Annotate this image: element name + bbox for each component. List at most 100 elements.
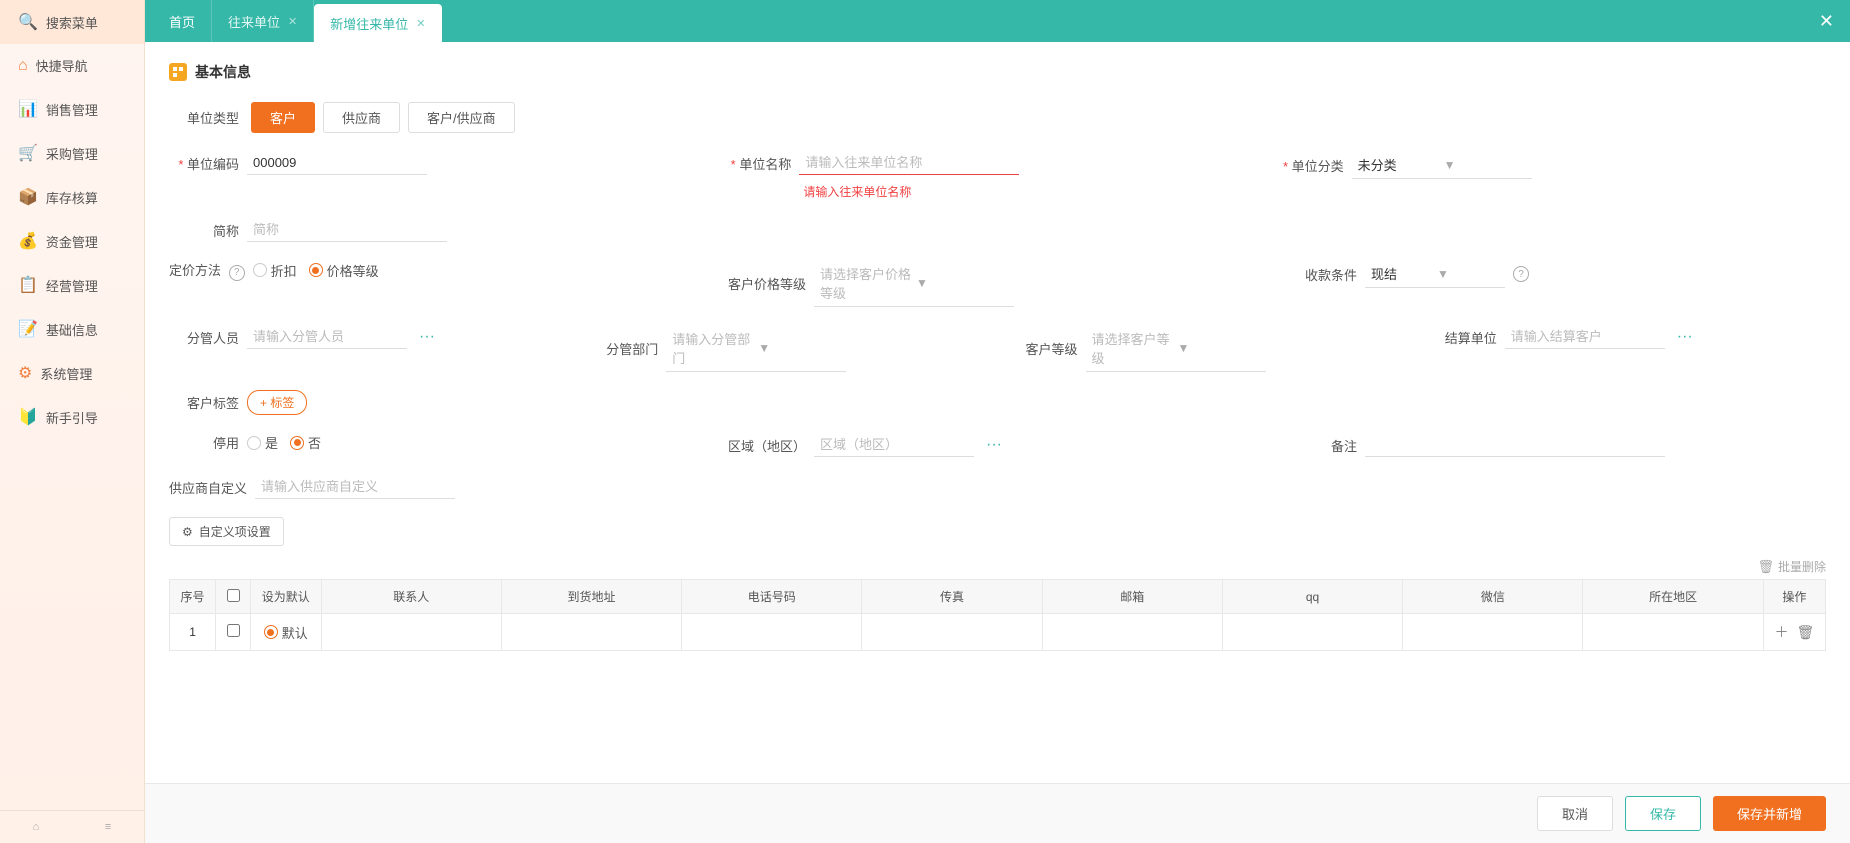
row-fax xyxy=(862,614,1042,651)
sidebar-bottom-home[interactable]: ⌂ xyxy=(0,821,72,833)
unit-btn-customer[interactable]: 客户 xyxy=(251,102,315,133)
settlement-unit-more-btn[interactable]: ··· xyxy=(1677,328,1693,346)
remark-group: 备注 xyxy=(1287,433,1826,457)
department-select[interactable]: 请输入分管部门 ▼ xyxy=(666,325,846,372)
manager-input[interactable] xyxy=(247,325,407,349)
unit-name-group: 单位名称 请输入往来单位名称 xyxy=(721,151,1273,200)
tab-new-partner-label: 新增往来单位 xyxy=(330,14,408,33)
tab-new-partner-close[interactable]: ✕ xyxy=(416,17,425,30)
region-more-btn[interactable]: ··· xyxy=(986,436,1002,454)
radio-default[interactable]: 默认 xyxy=(261,623,311,642)
unit-name-input[interactable] xyxy=(799,151,1019,175)
tab-new-partner[interactable]: 新增往来单位 ✕ xyxy=(314,4,442,42)
customer-price-level-select[interactable]: 请选择客户价格等级 ▼ xyxy=(814,260,1014,307)
sidebar-bottom-menu[interactable]: ≡ xyxy=(72,821,144,833)
settlement-unit-label: 结算单位 xyxy=(1427,328,1497,347)
col-area: 所在地区 xyxy=(1583,580,1763,614)
remark-label: 备注 xyxy=(1287,436,1357,455)
supplier-custom-group: 供应商自定义 xyxy=(169,475,1826,499)
select-all-checkbox[interactable] xyxy=(227,589,240,602)
save-new-button[interactable]: 保存并新增 xyxy=(1713,796,1826,831)
customer-level-select[interactable]: 请选择客户等级 ▼ xyxy=(1086,325,1266,372)
sidebar-item-inventory[interactable]: 📦 库存核算 xyxy=(0,175,144,219)
sidebar-item-sales-label: 销售管理 xyxy=(46,100,98,119)
settlement-unit-input[interactable] xyxy=(1505,325,1665,349)
region-label: 区域（地区） xyxy=(728,436,806,455)
tab-home[interactable]: 首页 xyxy=(153,0,212,42)
supplier-custom-input[interactable] xyxy=(255,475,455,499)
unit-name-label: 单位名称 xyxy=(721,154,791,173)
unit-category-select[interactable]: 未分类 ▼ xyxy=(1352,151,1532,179)
sidebar-item-finance[interactable]: 💰 资金管理 xyxy=(0,219,144,263)
wechat-input[interactable] xyxy=(1413,625,1572,639)
unit-code-input[interactable] xyxy=(247,151,427,175)
row-checkbox[interactable] xyxy=(227,624,240,637)
unit-btn-supplier[interactable]: 供应商 xyxy=(323,102,400,133)
tab-partners[interactable]: 往来单位 ✕ xyxy=(212,0,314,42)
radio-discount[interactable]: 折扣 xyxy=(253,261,297,280)
radio-disabled-no[interactable]: 否 xyxy=(290,433,321,452)
department-arrow: ▼ xyxy=(758,341,840,355)
section-title: 基本信息 xyxy=(195,62,251,82)
payment-terms-help-icon[interactable]: ? xyxy=(1513,266,1529,282)
cancel-button[interactable]: 取消 xyxy=(1537,796,1613,831)
contact-input[interactable] xyxy=(332,625,491,639)
qq-input[interactable] xyxy=(1233,625,1392,639)
unit-code-label: 单位编码 xyxy=(169,154,239,173)
manager-more-btn[interactable]: ··· xyxy=(419,328,435,346)
batch-delete-icon: 🗑 xyxy=(1757,559,1774,575)
area-input[interactable] xyxy=(1593,625,1752,639)
phone-input[interactable] xyxy=(692,625,851,639)
region-input[interactable] xyxy=(814,433,974,457)
tab-home-label: 首页 xyxy=(169,12,195,31)
sidebar-menu-icon: ≡ xyxy=(105,821,111,833)
tags-group: 客户标签 + 标签 xyxy=(169,390,1826,415)
custom-settings-button[interactable]: ⚙ 自定义项设置 xyxy=(169,517,284,546)
sidebar-item-search[interactable]: 🔍 搜索菜单 xyxy=(0,0,144,44)
pricing-help-icon[interactable]: ? xyxy=(229,265,245,281)
table-row: 1 默认 xyxy=(170,614,1826,651)
email-input[interactable] xyxy=(1053,625,1212,639)
fax-input[interactable] xyxy=(872,625,1031,639)
sidebar-item-system[interactable]: ⚙ 系统管理 xyxy=(0,351,144,395)
sidebar-item-quicknav[interactable]: ⌂ 快捷导航 xyxy=(0,44,144,87)
add-tag-button[interactable]: + 标签 xyxy=(247,390,307,415)
form-content: 基本信息 单位类型 客户 供应商 客户/供应商 单位编码 单位名称 xyxy=(145,42,1850,783)
payment-terms-select[interactable]: 现结 ▼ xyxy=(1365,260,1505,288)
customer-price-level-arrow: ▼ xyxy=(916,276,1008,290)
operations-icon: 📋 xyxy=(18,275,38,295)
radio-default-label: 默认 xyxy=(282,623,308,642)
unit-category-group: 单位分类 未分类 ▼ xyxy=(1274,151,1826,179)
radio-price-level[interactable]: 价格等级 xyxy=(309,261,379,280)
action-buttons: ＋ 🗑 xyxy=(1774,622,1815,642)
sidebar-item-sales[interactable]: 📊 销售管理 xyxy=(0,87,144,131)
delete-row-button[interactable]: 🗑 xyxy=(1796,624,1814,641)
disabled-region-row: 停用 是 否 区域（地区） ··· 备注 xyxy=(169,433,1826,457)
pricing-method-group: 定价方法 ? 折扣 价格等级 xyxy=(169,260,708,281)
manager-group: 分管人员 ··· xyxy=(169,325,568,349)
add-row-button[interactable]: ＋ xyxy=(1774,622,1788,642)
sidebar-item-purchase[interactable]: 🛒 采购管理 xyxy=(0,131,144,175)
remark-input[interactable] xyxy=(1365,433,1665,457)
save-button[interactable]: 保存 xyxy=(1625,796,1701,831)
sidebar-item-operations-label: 经营管理 xyxy=(46,276,98,295)
pricing-method-label: 定价方法 ? xyxy=(169,260,245,281)
guide-icon: 🔰 xyxy=(18,407,38,427)
radio-disabled-yes[interactable]: 是 xyxy=(247,433,278,452)
sidebar-item-guide[interactable]: 🔰 新手引导 xyxy=(0,395,144,439)
sidebar-item-operations[interactable]: 📋 经营管理 xyxy=(0,263,144,307)
tab-partners-close[interactable]: ✕ xyxy=(288,15,297,28)
batch-delete-label[interactable]: 批量删除 xyxy=(1778,558,1826,575)
sidebar-item-basics[interactable]: 📝 基础信息 xyxy=(0,307,144,351)
unit-btn-both[interactable]: 客户/供应商 xyxy=(408,102,515,133)
delivery-input[interactable] xyxy=(512,625,671,639)
row-phone xyxy=(682,614,862,651)
row-delivery xyxy=(501,614,681,651)
sales-icon: 📊 xyxy=(18,99,38,119)
custom-settings-label: 自定义项设置 xyxy=(199,523,271,540)
row-default: 默认 xyxy=(250,614,321,651)
close-all-button[interactable]: ✕ xyxy=(1811,11,1842,32)
alias-input[interactable] xyxy=(247,218,447,242)
col-default: 设为默认 xyxy=(250,580,321,614)
col-check xyxy=(216,580,251,614)
